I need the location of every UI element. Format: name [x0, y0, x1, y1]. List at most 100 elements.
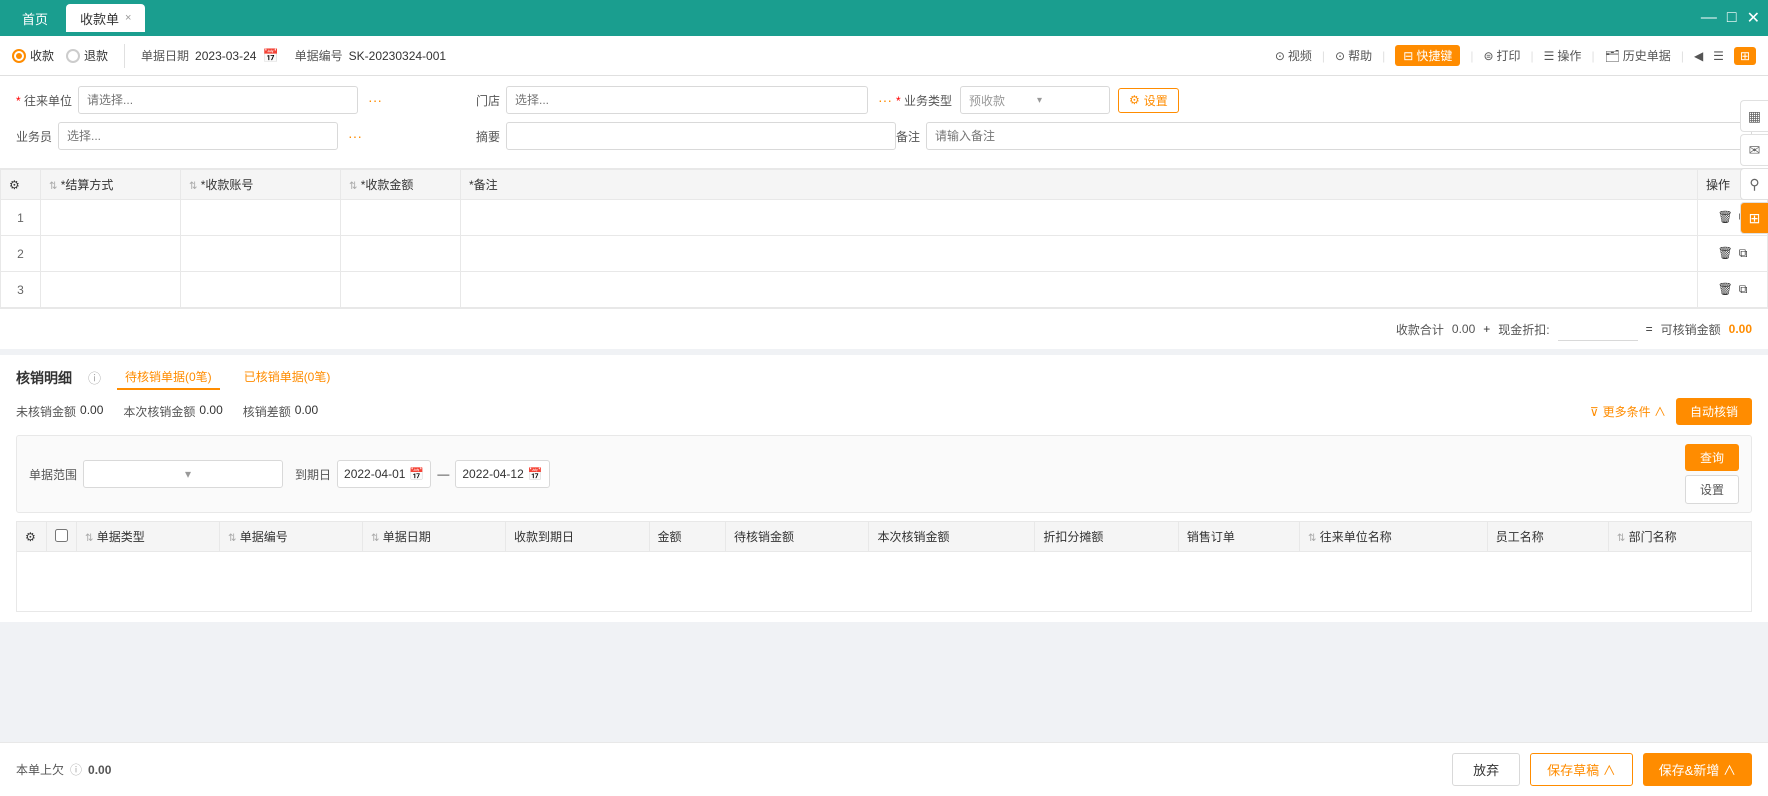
row-3-delete-icon[interactable]: 🗑 — [1718, 282, 1733, 297]
sort-icon-settle[interactable]: ⇅ — [49, 181, 57, 192]
row-1-account[interactable] — [181, 200, 341, 236]
tab-receipt[interactable]: 收款单 × — [66, 4, 145, 32]
verify-tab-done[interactable]: 已核销单据(0笔) — [236, 365, 339, 390]
save-new-btn[interactable]: 保存&新增 ∧ — [1643, 753, 1752, 786]
minimize-btn[interactable]: — — [1701, 9, 1717, 27]
diff-val: 0.00 — [295, 403, 318, 420]
form-row-1: 往来单位 ··· 门店 ··· 业务类型 预收款 ▾ ⚙ 设置 — [16, 86, 1752, 114]
summary-input[interactable] — [506, 122, 896, 150]
row-3-amount[interactable] — [341, 272, 461, 308]
row-2-amount[interactable] — [341, 236, 461, 272]
camera-icon: ⊞ — [1749, 210, 1761, 227]
date-filter-group: 到期日 2022-04-01 📅 — 2022-04-12 📅 — [295, 460, 550, 488]
from-unit-input[interactable] — [78, 86, 358, 114]
discount-input[interactable] — [1558, 317, 1638, 341]
save-new-label: 保存&新增 ∧ — [1659, 760, 1736, 779]
sort-icon-unit[interactable]: ⇅ — [1308, 533, 1316, 544]
row-2-delete-icon[interactable]: 🗑 — [1718, 246, 1733, 261]
biz-type-select[interactable]: 预收款 ▾ — [960, 86, 1110, 114]
info-icon-footer[interactable]: ⓘ — [70, 761, 82, 778]
row-1-settle[interactable] — [41, 200, 181, 236]
form-row-2: 业务员 ··· 摘要 备注 — [16, 122, 1752, 150]
gear-icon[interactable]: ⚙ — [9, 178, 20, 192]
row-3-remark[interactable] — [461, 272, 1698, 308]
maximize-btn[interactable]: □ — [1727, 9, 1737, 27]
tab-bar-controls: — □ ✕ — [1701, 8, 1760, 28]
table-header-row: ⚙ ⇅ *结算方式 ⇅ *收款账号 ⇅ *收款金额 *备 — [1, 170, 1768, 200]
filter-more-btn[interactable]: ⊽ 更多条件 ∧ — [1590, 403, 1666, 420]
sort-icon-date[interactable]: ⇅ — [371, 533, 379, 544]
number-label: 单据编号 — [295, 47, 343, 64]
row-1-delete-icon[interactable]: 🗑 — [1718, 210, 1733, 225]
staff-input[interactable] — [58, 122, 338, 150]
right-panel-camera-btn[interactable]: ⊞ — [1740, 202, 1768, 234]
right-panel-email-btn[interactable]: ✉ — [1740, 134, 1768, 166]
remark-input[interactable] — [926, 122, 1752, 150]
right-panel-attachment-btn[interactable]: ⚲ — [1740, 168, 1768, 200]
sort-icon-account[interactable]: ⇅ — [189, 181, 197, 192]
date-field: 单据日期 2023-03-24 📅 — [141, 47, 279, 64]
print-btn[interactable]: ⊜ 打印 — [1483, 47, 1520, 64]
list-view-btn[interactable]: ☰ — [1713, 49, 1724, 63]
th-doc-type: ⇅ 单据类型 — [77, 522, 220, 552]
radio-receipt[interactable]: 收款 — [12, 47, 54, 64]
right-panel-table-btn[interactable]: ▦ — [1740, 100, 1768, 132]
close-window-btn[interactable]: ✕ — [1747, 8, 1760, 28]
this-label: 本次核销金额 — [123, 403, 195, 420]
row-1-amount[interactable] — [341, 200, 461, 236]
th-gear-2[interactable]: ⚙ — [17, 522, 47, 552]
row-3-settle[interactable] — [41, 272, 181, 308]
discard-btn[interactable]: 放弃 — [1452, 753, 1520, 786]
grid-view-btn[interactable]: ⊞ — [1734, 47, 1756, 65]
sort-icon-num[interactable]: ⇅ — [228, 533, 236, 544]
auto-verify-btn[interactable]: 自动核销 — [1676, 398, 1752, 425]
radio-receipt-dot — [12, 49, 26, 63]
sort-icon-amount[interactable]: ⇅ — [349, 181, 357, 192]
biz-type-arrow: ▾ — [1037, 95, 1101, 106]
row-1-remark[interactable] — [461, 200, 1698, 236]
current-value: 0.00 — [88, 763, 111, 777]
gear-icon-2[interactable]: ⚙ — [25, 530, 36, 544]
sort-icon-dept[interactable]: ⇅ — [1617, 533, 1625, 544]
tab-close-icon[interactable]: × — [125, 12, 131, 24]
video-btn[interactable]: ⊙ 视频 — [1275, 47, 1312, 64]
date-to-field[interactable]: 2022-04-12 📅 — [455, 460, 549, 488]
store-label: 门店 — [476, 92, 500, 109]
footer-right: 放弃 保存草稿 ∧ 保存&新增 ∧ — [1452, 753, 1752, 786]
verify-info-icon[interactable]: ⓘ — [88, 368, 101, 387]
store-input[interactable] — [506, 86, 868, 114]
filter-settings-btn[interactable]: 设置 — [1685, 475, 1739, 504]
radio-refund[interactable]: 退款 — [66, 47, 108, 64]
row-3-account[interactable] — [181, 272, 341, 308]
select-all-checkbox[interactable] — [55, 529, 68, 542]
th-gear[interactable]: ⚙ — [1, 170, 41, 200]
verify-tab-pending[interactable]: 待核销单据(0笔) — [117, 365, 220, 390]
date-from-field[interactable]: 2022-04-01 📅 — [337, 460, 431, 488]
operation-btn[interactable]: ☰ 操作 — [1544, 47, 1582, 64]
calendar-to-icon[interactable]: 📅 — [528, 467, 543, 481]
tab-home[interactable]: 首页 — [8, 4, 62, 32]
calendar-icon[interactable]: 📅 — [262, 48, 278, 64]
shortcut-btn[interactable]: ⊟ 快捷键 — [1395, 45, 1460, 66]
row-2-account[interactable] — [181, 236, 341, 272]
th-pending-amount: 待核销金额 — [725, 522, 869, 552]
row-2-remark[interactable] — [461, 236, 1698, 272]
history-btn[interactable]: 🗂 历史单据 — [1605, 47, 1671, 64]
save-draft-btn[interactable]: 保存草稿 ∧ — [1530, 753, 1633, 786]
query-btn[interactable]: 查询 — [1685, 444, 1739, 471]
sort-icon-type[interactable]: ⇅ — [85, 533, 93, 544]
from-unit-more-icon[interactable]: ··· — [364, 92, 386, 108]
staff-more-icon[interactable]: ··· — [344, 128, 366, 144]
row-2-copy-icon[interactable]: ⧉ — [1739, 246, 1748, 261]
table-row: 2 🗑 ⧉ — [1, 236, 1768, 272]
calendar-from-icon[interactable]: 📅 — [409, 467, 424, 481]
tab-bar-left: 首页 收款单 × — [8, 4, 145, 32]
th-amount-label: *收款金额 — [361, 178, 414, 192]
help-btn[interactable]: ⊙ 帮助 — [1335, 47, 1372, 64]
store-more-icon[interactable]: ··· — [874, 92, 896, 108]
row-3-copy-icon[interactable]: ⧉ — [1739, 282, 1748, 297]
row-2-settle[interactable] — [41, 236, 181, 272]
settings-btn[interactable]: ⚙ 设置 — [1118, 88, 1179, 113]
prev-btn[interactable]: ◀ — [1694, 49, 1703, 63]
range-filter-select[interactable]: ▾ — [83, 460, 283, 488]
